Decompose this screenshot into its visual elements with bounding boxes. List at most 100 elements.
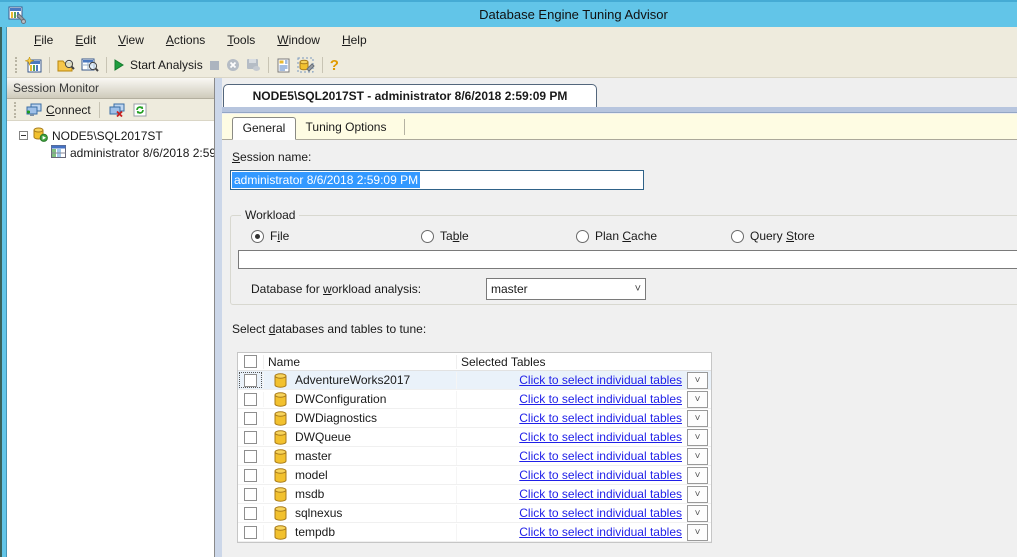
tab-tuning-options[interactable]: Tuning Options <box>300 117 392 140</box>
database-name: DWDiagnostics <box>295 411 377 425</box>
radio-query-store[interactable]: Query Store <box>731 228 815 244</box>
new-session-button[interactable] <box>22 54 45 76</box>
connect-button[interactable]: Connect <box>21 100 95 120</box>
toolbar-separator <box>49 57 50 73</box>
row-dropdown-button[interactable]: ˅ <box>687 391 708 408</box>
panel-splitter[interactable] <box>214 78 222 557</box>
session-monitor-title: Session Monitor <box>13 81 99 95</box>
row-checkbox[interactable] <box>244 374 257 387</box>
row-checkbox[interactable] <box>244 393 257 406</box>
table-row[interactable]: model Click to select individual tables ˅ <box>238 466 711 485</box>
help-button[interactable]: ? <box>327 54 342 76</box>
select-tables-link[interactable]: Click to select individual tables <box>519 411 682 425</box>
database-name: tempdb <box>295 525 335 539</box>
workload-file-input[interactable] <box>238 250 1017 269</box>
report-button[interactable] <box>273 54 294 76</box>
titlebar: Database Engine Tuning Advisor <box>0 0 1017 27</box>
row-checkbox[interactable] <box>244 412 257 425</box>
session-name-input[interactable]: administrator 8/6/2018 2:59:09 PM <box>230 170 644 190</box>
help-icon: ? <box>330 58 339 73</box>
tree-node-session[interactable]: administrator 8/6/2018 2:59: <box>7 144 214 161</box>
database-icon <box>274 411 287 426</box>
select-tables-link[interactable]: Click to select individual tables <box>519 506 682 520</box>
open-workload-button[interactable] <box>78 54 102 76</box>
select-tables-link[interactable]: Click to select individual tables <box>519 468 682 482</box>
table-row[interactable]: DWDiagnostics Click to select individual … <box>238 409 711 428</box>
database-icon <box>274 392 287 407</box>
select-tables-link[interactable]: Click to select individual tables <box>519 525 682 539</box>
menu-item-file[interactable]: File <box>23 27 64 53</box>
table-row[interactable]: tempdb Click to select individual tables ˅ <box>238 523 711 542</box>
document-area: NODE5\SQL2017ST - administrator 8/6/2018… <box>222 78 1017 557</box>
dta-window: Database Engine Tuning Advisor FileEditV… <box>0 0 1017 557</box>
menu-item-help[interactable]: Help <box>331 27 378 53</box>
header-checkbox[interactable] <box>244 355 257 368</box>
menu-item-edit[interactable]: Edit <box>64 27 107 53</box>
table-row[interactable]: masterClick to select individual tables˅ <box>238 447 711 466</box>
refresh-icon <box>133 103 147 117</box>
radio-plan-cache[interactable]: Plan Cache <box>576 228 657 244</box>
row-dropdown-button[interactable]: ˅ <box>687 524 708 541</box>
document-tab[interactable]: NODE5\SQL2017ST - administrator 8/6/2018… <box>223 84 597 107</box>
row-dropdown-button[interactable]: ˅ <box>687 467 708 484</box>
tune-table-header: Name Selected Tables <box>238 353 711 371</box>
menu-item-view[interactable]: View <box>107 27 155 53</box>
server-node-label: NODE5\SQL2017ST <box>52 129 163 143</box>
database-name: model <box>295 468 328 482</box>
table-row[interactable]: DWConfiguration Click to select individua… <box>238 390 711 409</box>
row-checkbox[interactable] <box>244 450 257 463</box>
row-checkbox[interactable] <box>244 526 257 539</box>
menu-item-window[interactable]: Window <box>266 27 331 53</box>
refresh-button[interactable] <box>129 100 151 120</box>
toolbar-grip[interactable] <box>15 57 18 73</box>
row-checkbox[interactable] <box>244 431 257 444</box>
radio-icon <box>576 230 589 243</box>
collapse-toggle-icon[interactable] <box>19 131 28 140</box>
table-row[interactable]: msdbClick to select individual tables˅ <box>238 485 711 504</box>
radio-label: Plan Cache <box>595 229 657 243</box>
start-analysis-button[interactable]: Start Analysis <box>111 54 206 76</box>
row-dropdown-button[interactable]: ˅ <box>687 372 708 389</box>
tuning-tools-icon <box>297 57 315 73</box>
row-dropdown-button[interactable]: ˅ <box>687 448 708 465</box>
radio-table[interactable]: Table <box>421 228 469 244</box>
row-checkbox[interactable] <box>244 469 257 482</box>
start-analysis-label: Start Analysis <box>130 58 203 72</box>
row-dropdown-button[interactable]: ˅ <box>687 410 708 427</box>
column-header-name[interactable]: Name <box>263 355 456 369</box>
tab-general[interactable]: General <box>232 117 296 140</box>
selected-text: administrator 8/6/2018 2:59:09 PM <box>232 172 420 188</box>
table-row[interactable]: sqlnexusClick to select individual table… <box>238 504 711 523</box>
tuning-options-button[interactable] <box>294 54 318 76</box>
page-tabstrip: General Tuning Options <box>222 114 1017 140</box>
save-button <box>243 54 264 76</box>
column-header-selected-tables[interactable]: Selected Tables <box>456 355 711 369</box>
menu-item-actions[interactable]: Actions <box>155 27 216 53</box>
row-dropdown-button[interactable]: ˅ <box>687 505 708 522</box>
tab-divider <box>404 119 405 135</box>
menu-item-tools[interactable]: Tools <box>216 27 266 53</box>
row-dropdown-button[interactable]: ˅ <box>687 486 708 503</box>
select-tables-link[interactable]: Click to select individual tables <box>519 487 682 501</box>
radio-file[interactable]: File <box>251 228 289 244</box>
row-checkbox[interactable] <box>244 507 257 520</box>
table-row[interactable]: DWQueueClick to select individual tables… <box>238 428 711 447</box>
toolbar-grip[interactable] <box>14 102 17 118</box>
disconnect-icon <box>108 103 125 117</box>
session-monitor-toolbar: Connect <box>7 99 214 121</box>
row-checkbox[interactable] <box>244 488 257 501</box>
select-tables-link[interactable]: Click to select individual tables <box>519 449 682 463</box>
disconnect-button[interactable] <box>104 100 129 120</box>
select-tables-link[interactable]: Click to select individual tables <box>519 392 682 406</box>
select-tables-link[interactable]: Click to select individual tables <box>519 373 682 387</box>
select-tables-link[interactable]: Click to select individual tables <box>519 430 682 444</box>
open-session-button[interactable] <box>54 54 78 76</box>
table-row[interactable]: AdventureWorks2017Click to select indivi… <box>238 371 711 390</box>
database-combo[interactable]: master ˅ <box>486 278 646 300</box>
stop-analysis-button <box>206 54 223 76</box>
open-workload-icon <box>81 57 99 73</box>
database-name: DWConfiguration <box>295 392 386 406</box>
chevron-down-icon: ˅ <box>695 432 701 443</box>
tree-node-server[interactable]: NODE5\SQL2017ST <box>7 127 214 144</box>
row-dropdown-button[interactable]: ˅ <box>687 429 708 446</box>
